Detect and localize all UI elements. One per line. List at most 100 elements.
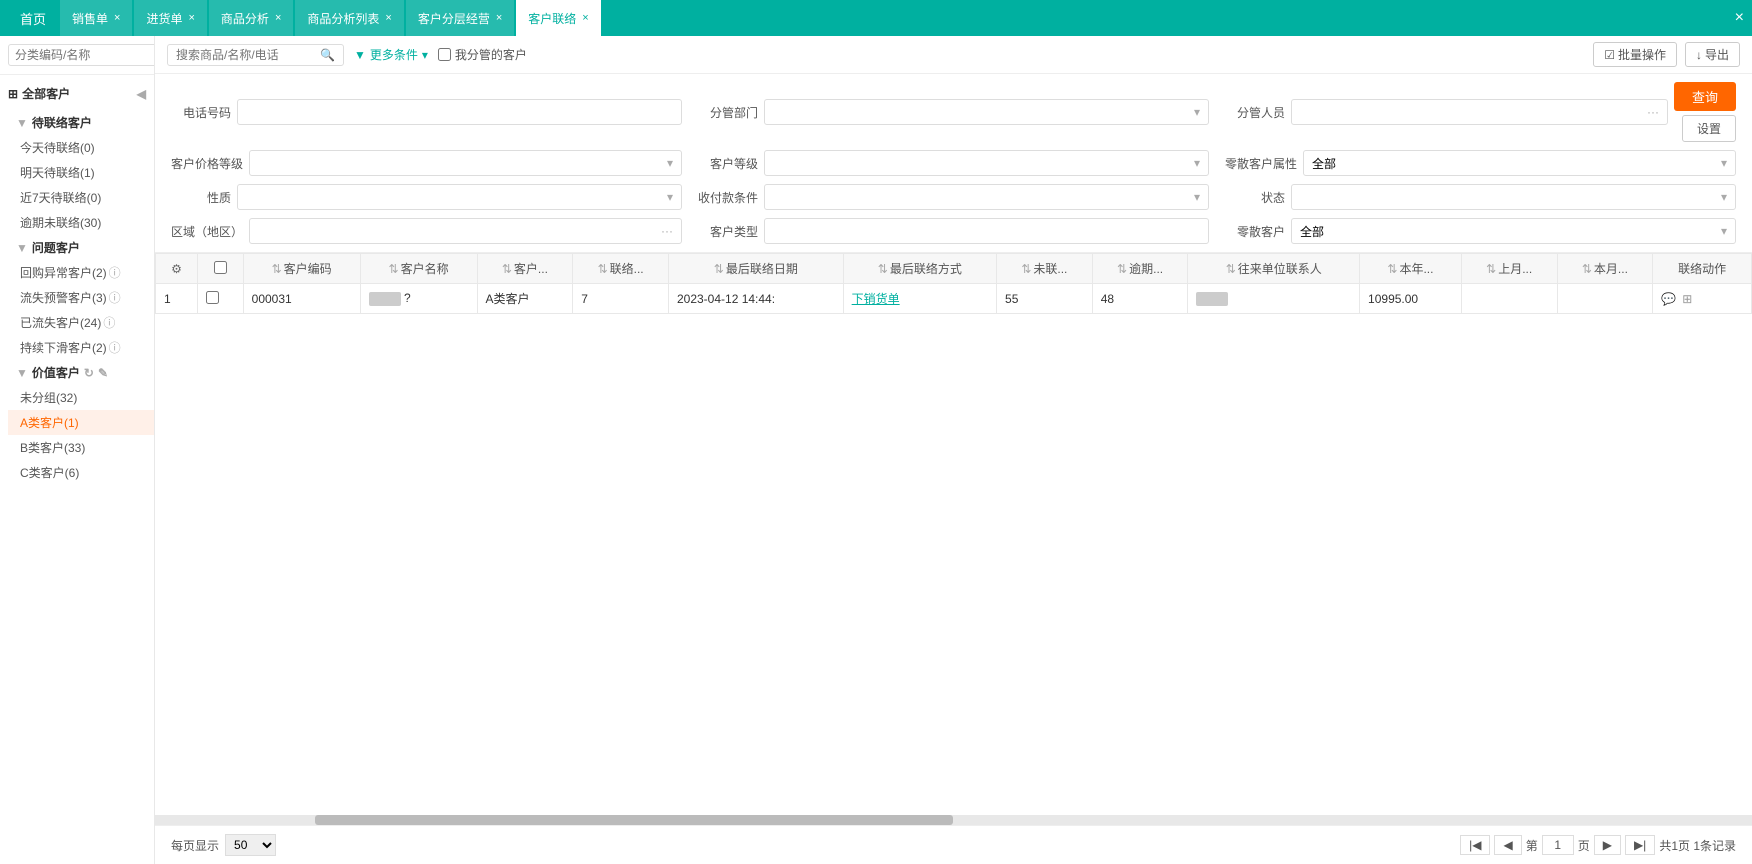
sidebar-item-lost[interactable]: 已流失客户(24) ⓘ [8, 310, 154, 335]
current-page: 1 [1542, 835, 1574, 855]
col-name[interactable]: ⇅客户名称 [360, 254, 477, 284]
col-code[interactable]: ⇅客户编码 [243, 254, 360, 284]
query-button[interactable]: 查询 [1674, 82, 1736, 111]
nav-tab-customer-mgmt[interactable]: 客户分层经营 × [406, 0, 514, 36]
region-caret: ··· [661, 224, 673, 238]
price-level-select[interactable]: ▾ [249, 150, 682, 176]
col-no-contact[interactable]: ⇅未联... [997, 254, 1093, 284]
close-customer-contact-tab[interactable]: × [582, 12, 588, 24]
scrollbar-thumb[interactable] [315, 815, 954, 825]
customer-level-select[interactable]: ▾ [764, 150, 1209, 176]
sidebar-item-loss-warning[interactable]: 流失预警客户(3) ⓘ [8, 285, 154, 310]
main-layout: 🔍 ⊞ 全部客户 ◀ ▼ 待联络客户 今天待联络(0) 明天待联络(1) 近7天… [0, 36, 1752, 864]
payment-select[interactable]: ▾ [764, 184, 1209, 210]
per-page-select[interactable]: 50 100 200 [225, 834, 276, 856]
select-all-checkbox[interactable] [214, 261, 227, 274]
sidebar-collapse-btn[interactable]: ◀ [137, 87, 146, 101]
filter-more-btn[interactable]: ▼ 更多条件 ▾ [352, 46, 430, 63]
person-label: 分管人员 [1225, 104, 1285, 121]
horizontal-scrollbar[interactable] [155, 815, 1752, 825]
prev-page-btn[interactable]: ◀ [1494, 835, 1521, 855]
last-method-link[interactable]: 下销货单 [852, 292, 900, 306]
filter-status-row: 状态 ▾ [1225, 184, 1736, 210]
filter-payment-row: 收付款条件 ▾ [698, 184, 1209, 210]
info-icon-loss: ⓘ [109, 289, 121, 306]
col-this-year[interactable]: ⇅本年... [1360, 254, 1462, 284]
row-select-checkbox[interactable] [206, 291, 219, 304]
sidebar-item-7days[interactable]: 近7天待联络(0) [8, 185, 154, 210]
close-analysis-tab[interactable]: × [275, 12, 281, 24]
sidebar-value-title[interactable]: ▼ 价值客户 ↻ ✎ [8, 360, 154, 385]
close-customer-mgmt-tab[interactable]: × [496, 12, 502, 24]
sidebar-item-declining[interactable]: 持续下滑客户(2) ⓘ [8, 335, 154, 360]
nav-tab-analysis[interactable]: 商品分析 × [209, 0, 293, 36]
nature-select[interactable]: ▾ [237, 184, 682, 210]
close-analysis-list-tab[interactable]: × [385, 12, 391, 24]
this-year-sort-icon: ⇅ [1387, 262, 1397, 276]
sidebar-item-today[interactable]: 今天待联络(0) [8, 135, 154, 160]
my-customers-checkbox[interactable] [438, 48, 451, 61]
price-level-label: 客户价格等级 [171, 155, 243, 172]
status-select[interactable]: ▾ [1291, 184, 1736, 210]
first-page-btn[interactable]: |◀ [1460, 835, 1490, 855]
last-page-btn[interactable]: ▶| [1625, 835, 1655, 855]
nav-tab-purchase[interactable]: 进货单 × [134, 0, 206, 36]
col-last-method[interactable]: ⇅最后联络方式 [843, 254, 996, 284]
nav-tab-analysis-list[interactable]: 商品分析列表 × [295, 0, 403, 36]
retail-attr-select[interactable]: 全部 ▾ [1303, 150, 1736, 176]
sidebar-pending-section: ▼ 待联络客户 今天待联络(0) 明天待联络(1) 近7天待联络(0) 逾期未联… [0, 110, 154, 235]
code-sort-icon: ⇅ [272, 262, 282, 276]
nav-tab-sales[interactable]: 销售单 × [60, 0, 132, 36]
col-unit-contact[interactable]: ⇅往来单位联系人 [1188, 254, 1360, 284]
close-purchase-tab[interactable]: × [188, 12, 194, 24]
settings-gear-icon[interactable]: ⚙ [171, 262, 182, 276]
sidebar-item-repurchase[interactable]: 回购异常客户(2) ⓘ [8, 260, 154, 285]
col-type[interactable]: ⇅客户... [477, 254, 573, 284]
col-overdue[interactable]: ⇅逾期... [1092, 254, 1188, 284]
dept-caret: ▾ [1194, 105, 1200, 119]
person-select[interactable]: ··· [1291, 99, 1668, 125]
type-sort-icon: ⇅ [502, 262, 512, 276]
sidebar-search-input[interactable] [8, 44, 155, 66]
sidebar-item-overdue[interactable]: 逾期未联络(30) [8, 210, 154, 235]
sidebar-item-ungroup[interactable]: 未分组(32) [8, 385, 154, 410]
filter-retail-attr-row: 零散客户属性 全部 ▾ [1225, 150, 1736, 176]
name-blurred [369, 292, 401, 306]
next-page-btn[interactable]: ▶ [1594, 835, 1621, 855]
region-select[interactable]: ··· [249, 218, 682, 244]
sidebar-item-c-class[interactable]: C类客户(6) [8, 460, 154, 485]
nav-tab-customer-contact[interactable]: 客户联络 × [516, 0, 600, 36]
filter-search-box: 🔍 [167, 44, 344, 66]
col-last-date[interactable]: ⇅最后联络日期 [668, 254, 843, 284]
retail-customer-select[interactable]: 全部 ▾ [1291, 218, 1736, 244]
refresh-icon[interactable]: ↻ [84, 366, 94, 380]
col-contact[interactable]: ⇅联络... [573, 254, 669, 284]
batch-ops-button[interactable]: ☑ 批量操作 [1593, 42, 1677, 67]
settings-button[interactable]: 设置 [1682, 115, 1736, 142]
close-all-tabs[interactable]: × [1735, 9, 1744, 27]
dept-select[interactable]: ▾ [764, 99, 1209, 125]
person-caret: ··· [1647, 105, 1659, 119]
chat-icon[interactable]: 💬 [1661, 292, 1676, 306]
filter-nature-row: 性质 ▾ [171, 184, 682, 210]
qr-icon[interactable]: ⊞ [1682, 292, 1692, 306]
col-last-month[interactable]: ⇅上月... [1461, 254, 1557, 284]
close-sales-tab[interactable]: × [114, 12, 120, 24]
sidebar-item-tomorrow[interactable]: 明天待联络(1) [8, 160, 154, 185]
export-button[interactable]: ↓ 导出 [1685, 42, 1740, 67]
sidebar-all-customers-title[interactable]: ⊞ 全部客户 ◀ [8, 81, 146, 106]
sidebar-item-a-class[interactable]: A类客户(1) [8, 410, 154, 435]
col-gear[interactable]: ⚙ [156, 254, 198, 284]
sidebar-item-b-class[interactable]: B类客户(33) [8, 435, 154, 460]
filter-search-icon[interactable]: 🔍 [320, 48, 335, 62]
row-type: A类客户 [477, 284, 573, 314]
nav-home[interactable]: 首页 [8, 0, 58, 36]
phone-input[interactable] [237, 99, 682, 125]
col-this-month[interactable]: ⇅本月... [1557, 254, 1653, 284]
customer-type-input[interactable] [764, 218, 1209, 244]
contact-sort-icon: ⇅ [598, 262, 608, 276]
filter-search-input[interactable] [176, 48, 316, 62]
total-records: 共1页 1条记录 [1659, 837, 1736, 854]
edit-icon[interactable]: ✎ [98, 366, 108, 380]
dept-label: 分管部门 [698, 104, 758, 121]
